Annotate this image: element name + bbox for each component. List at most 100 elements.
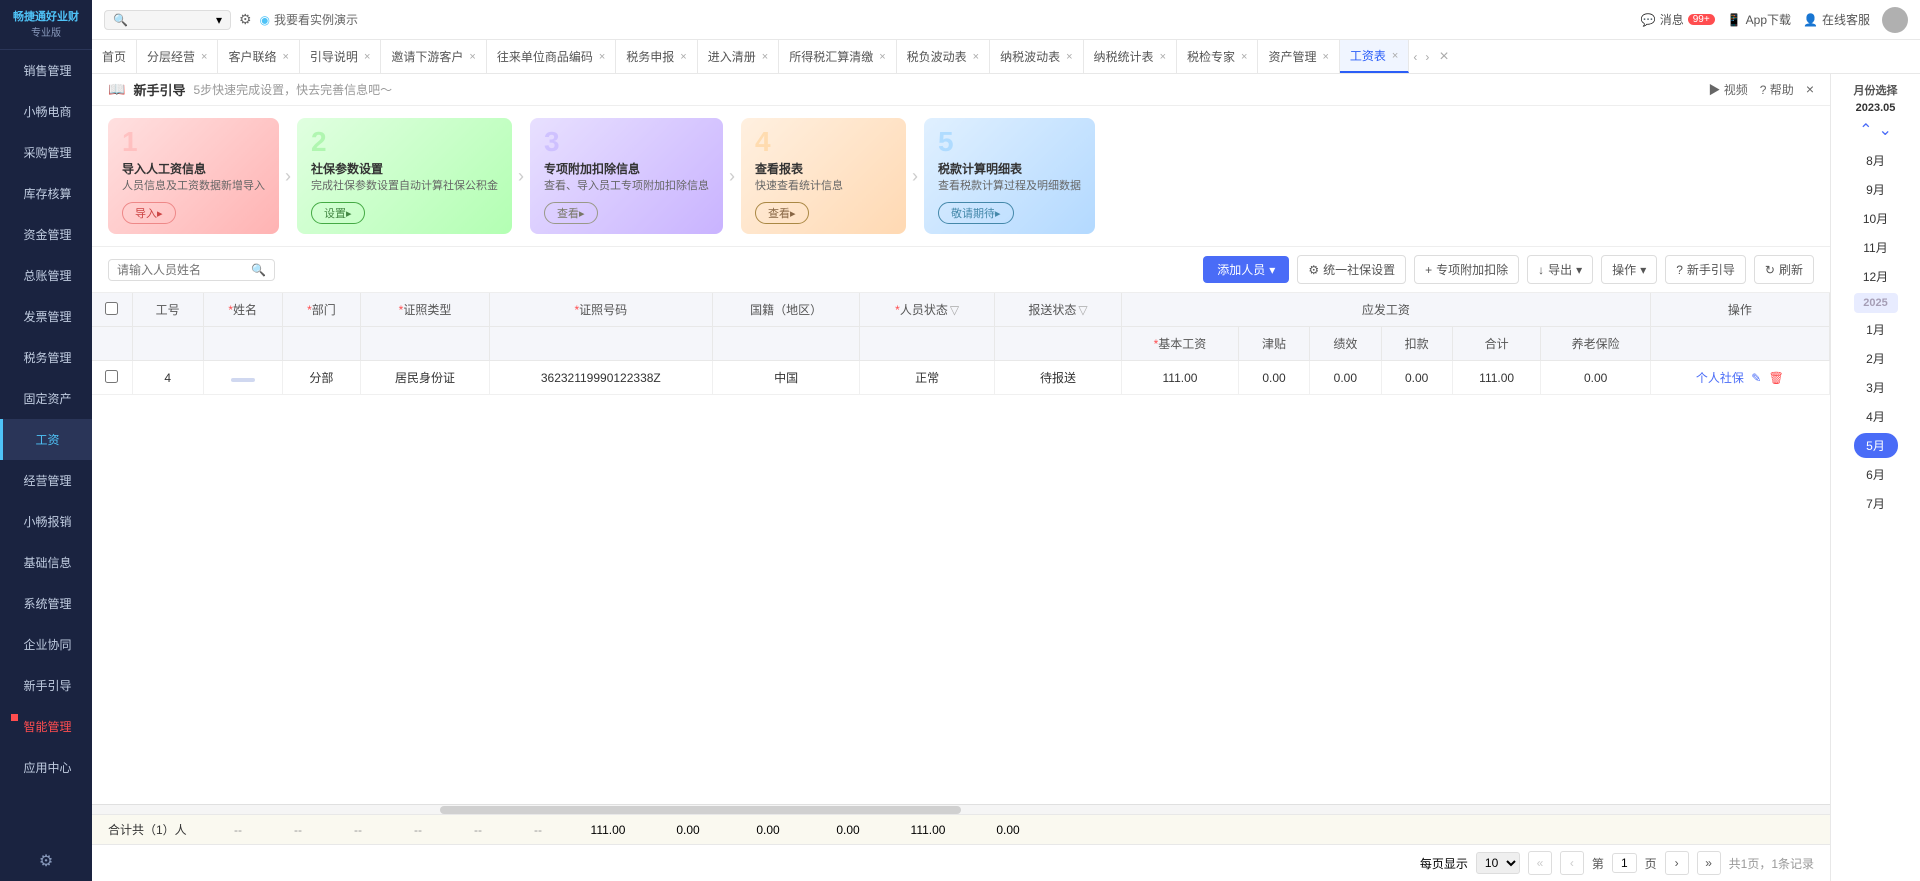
step-2-btn[interactable]: 设置▸ bbox=[311, 202, 365, 224]
search-icon[interactable]: 🔍 bbox=[251, 263, 266, 277]
row-action-edit[interactable]: ✎ bbox=[1751, 371, 1761, 385]
horizontal-scrollbar[interactable] bbox=[92, 804, 1830, 814]
scrollbar-thumb[interactable] bbox=[440, 806, 961, 814]
month-5[interactable]: 5月 bbox=[1854, 433, 1898, 458]
tab-clearance[interactable]: 进入清册× bbox=[698, 40, 779, 73]
search-input[interactable] bbox=[117, 263, 247, 277]
topbar-dropdown-icon[interactable]: ▾ bbox=[216, 13, 222, 27]
month-4[interactable]: 4月 bbox=[1854, 404, 1898, 429]
page-current[interactable]: 1 bbox=[1612, 853, 1637, 873]
new-guide-button[interactable]: ? 新手引导 bbox=[1665, 255, 1746, 284]
sidebar-item-sales[interactable]: 销售管理 bbox=[0, 50, 92, 91]
month-1[interactable]: 1月 bbox=[1854, 317, 1898, 342]
sidebar-item-tax[interactable]: 税务管理 bbox=[0, 337, 92, 378]
guide-help-link[interactable]: ? 帮助 bbox=[1760, 81, 1794, 98]
tab-close-expert[interactable]: × bbox=[1241, 51, 1247, 63]
page-next-btn[interactable]: › bbox=[1665, 851, 1689, 875]
month-3[interactable]: 3月 bbox=[1854, 375, 1898, 400]
tab-close-assets[interactable]: × bbox=[1322, 51, 1328, 63]
step-4-btn[interactable]: 查看▸ bbox=[755, 202, 809, 224]
sidebar-item-guide[interactable]: 新手引导 bbox=[0, 665, 92, 706]
tab-invite[interactable]: 邀请下游客户× bbox=[381, 40, 486, 73]
tab-close-tier[interactable]: × bbox=[201, 51, 207, 63]
special-deduction-button[interactable]: + 专项附加扣除 bbox=[1414, 255, 1519, 284]
tab-tax-burden[interactable]: 税负波动表× bbox=[897, 40, 990, 73]
tab-product-code[interactable]: 往来单位商品编码× bbox=[487, 40, 616, 73]
tab-income-tax[interactable]: 所得税汇算清缴× bbox=[779, 40, 896, 73]
row-action-delete[interactable]: 🗑 bbox=[1769, 371, 1784, 385]
tab-tier-management[interactable]: 分层经营× bbox=[137, 40, 218, 73]
report-filter-icon[interactable]: ▽ bbox=[1078, 303, 1087, 317]
unified-setting-button[interactable]: ⚙ 统一社保设置 bbox=[1297, 255, 1406, 284]
page-size-select[interactable]: 10 20 50 bbox=[1476, 852, 1520, 874]
guide-close-icon[interactable]: × bbox=[1806, 81, 1814, 98]
sidebar-item-fixed-assets[interactable]: 固定资产 bbox=[0, 378, 92, 419]
sidebar-item-apps[interactable]: 应用中心 bbox=[0, 747, 92, 788]
sidebar-item-invoice[interactable]: 发票管理 bbox=[0, 296, 92, 337]
step-3-btn[interactable]: 查看▸ bbox=[544, 202, 598, 224]
message-button[interactable]: 💬 消息 99+ bbox=[1641, 11, 1715, 28]
topbar-search-input[interactable] bbox=[132, 13, 212, 27]
gear-icon[interactable]: ⚙ bbox=[10, 851, 82, 871]
step-1-btn[interactable]: 导入▸ bbox=[122, 202, 176, 224]
month-6[interactable]: 6月 bbox=[1854, 462, 1898, 487]
avatar[interactable] bbox=[1882, 7, 1908, 33]
page-last-btn[interactable]: » bbox=[1697, 851, 1721, 875]
tab-guide-desc[interactable]: 引导说明× bbox=[300, 40, 381, 73]
status-filter-icon[interactable]: ▽ bbox=[950, 303, 959, 317]
page-first-btn[interactable]: « bbox=[1528, 851, 1552, 875]
tab-close-all[interactable]: × bbox=[1433, 48, 1454, 66]
month-down-btn[interactable]: ⌄ bbox=[1877, 118, 1894, 142]
month-8[interactable]: 8月 bbox=[1854, 148, 1898, 173]
tab-close-salary[interactable]: × bbox=[1392, 50, 1398, 62]
export-button[interactable]: ↓ 导出 ▾ bbox=[1527, 255, 1593, 284]
tab-close-stat[interactable]: × bbox=[1160, 51, 1166, 63]
tab-close-product[interactable]: × bbox=[599, 51, 605, 63]
row-action-social[interactable]: 个人社保 bbox=[1696, 371, 1744, 385]
tab-tax-wave[interactable]: 纳税波动表× bbox=[990, 40, 1083, 73]
sidebar-item-collab[interactable]: 企业协同 bbox=[0, 624, 92, 665]
tab-close-income[interactable]: × bbox=[879, 51, 885, 63]
sidebar-item-purchase[interactable]: 采购管理 bbox=[0, 132, 92, 173]
sidebar-item-system[interactable]: 系统管理 bbox=[0, 583, 92, 624]
tab-customer[interactable]: 客户联络× bbox=[218, 40, 299, 73]
sidebar-item-operations[interactable]: 经营管理 bbox=[0, 460, 92, 501]
tab-tax-report[interactable]: 税务申报× bbox=[616, 40, 697, 73]
tab-close-wave[interactable]: × bbox=[1066, 51, 1072, 63]
sidebar-item-smart[interactable]: 智能管理 bbox=[0, 706, 92, 747]
sidebar-item-inventory[interactable]: 库存核算 bbox=[0, 173, 92, 214]
month-9[interactable]: 9月 bbox=[1854, 177, 1898, 202]
tab-tax-expert[interactable]: 税检专家× bbox=[1177, 40, 1258, 73]
month-7[interactable]: 7月 bbox=[1854, 491, 1898, 516]
guide-video-link[interactable]: ▶ 视频 bbox=[1708, 81, 1747, 98]
page-prev-btn[interactable]: ‹ bbox=[1560, 851, 1584, 875]
tab-close-customer[interactable]: × bbox=[282, 51, 288, 63]
tab-close-tax[interactable]: × bbox=[680, 51, 686, 63]
step-5-btn[interactable]: 敬请期待▸ bbox=[938, 202, 1014, 224]
sidebar-item-basic-info[interactable]: 基础信息 bbox=[0, 542, 92, 583]
select-all-checkbox[interactable] bbox=[105, 302, 118, 315]
tab-close-clearance[interactable]: × bbox=[762, 51, 768, 63]
topbar-settings-icon[interactable]: ⚙ bbox=[239, 11, 252, 28]
refresh-button[interactable]: ↻ 刷新 bbox=[1754, 255, 1814, 284]
tab-prev-nav[interactable]: ‹ bbox=[1409, 50, 1421, 64]
add-person-button[interactable]: 添加人员 ▾ bbox=[1203, 256, 1289, 283]
tab-close-invite[interactable]: × bbox=[469, 51, 475, 63]
tab-salary-table[interactable]: 工资表× bbox=[1340, 40, 1409, 73]
tab-close-guide[interactable]: × bbox=[364, 51, 370, 63]
sidebar-item-finance[interactable]: 资金管理 bbox=[0, 214, 92, 255]
row-checkbox[interactable] bbox=[105, 370, 118, 383]
tab-tax-stat[interactable]: 纳税统计表× bbox=[1084, 40, 1177, 73]
month-12[interactable]: 12月 bbox=[1854, 264, 1898, 289]
operations-button[interactable]: 操作 ▾ bbox=[1601, 255, 1657, 284]
sidebar-item-salary[interactable]: 工资 bbox=[0, 419, 92, 460]
month-up-btn[interactable]: ⌃ bbox=[1857, 118, 1874, 142]
online-service-button[interactable]: 👤 在线客服 bbox=[1803, 11, 1870, 28]
tab-assets[interactable]: 资产管理× bbox=[1258, 40, 1339, 73]
month-10[interactable]: 10月 bbox=[1854, 206, 1898, 231]
sidebar-item-expenses[interactable]: 小畅报销 bbox=[0, 501, 92, 542]
app-download-button[interactable]: 📱 App下载 bbox=[1727, 11, 1791, 28]
tab-next-nav[interactable]: › bbox=[1421, 50, 1433, 64]
tab-close-burden[interactable]: × bbox=[973, 51, 979, 63]
tab-home[interactable]: 首页 bbox=[92, 40, 137, 73]
